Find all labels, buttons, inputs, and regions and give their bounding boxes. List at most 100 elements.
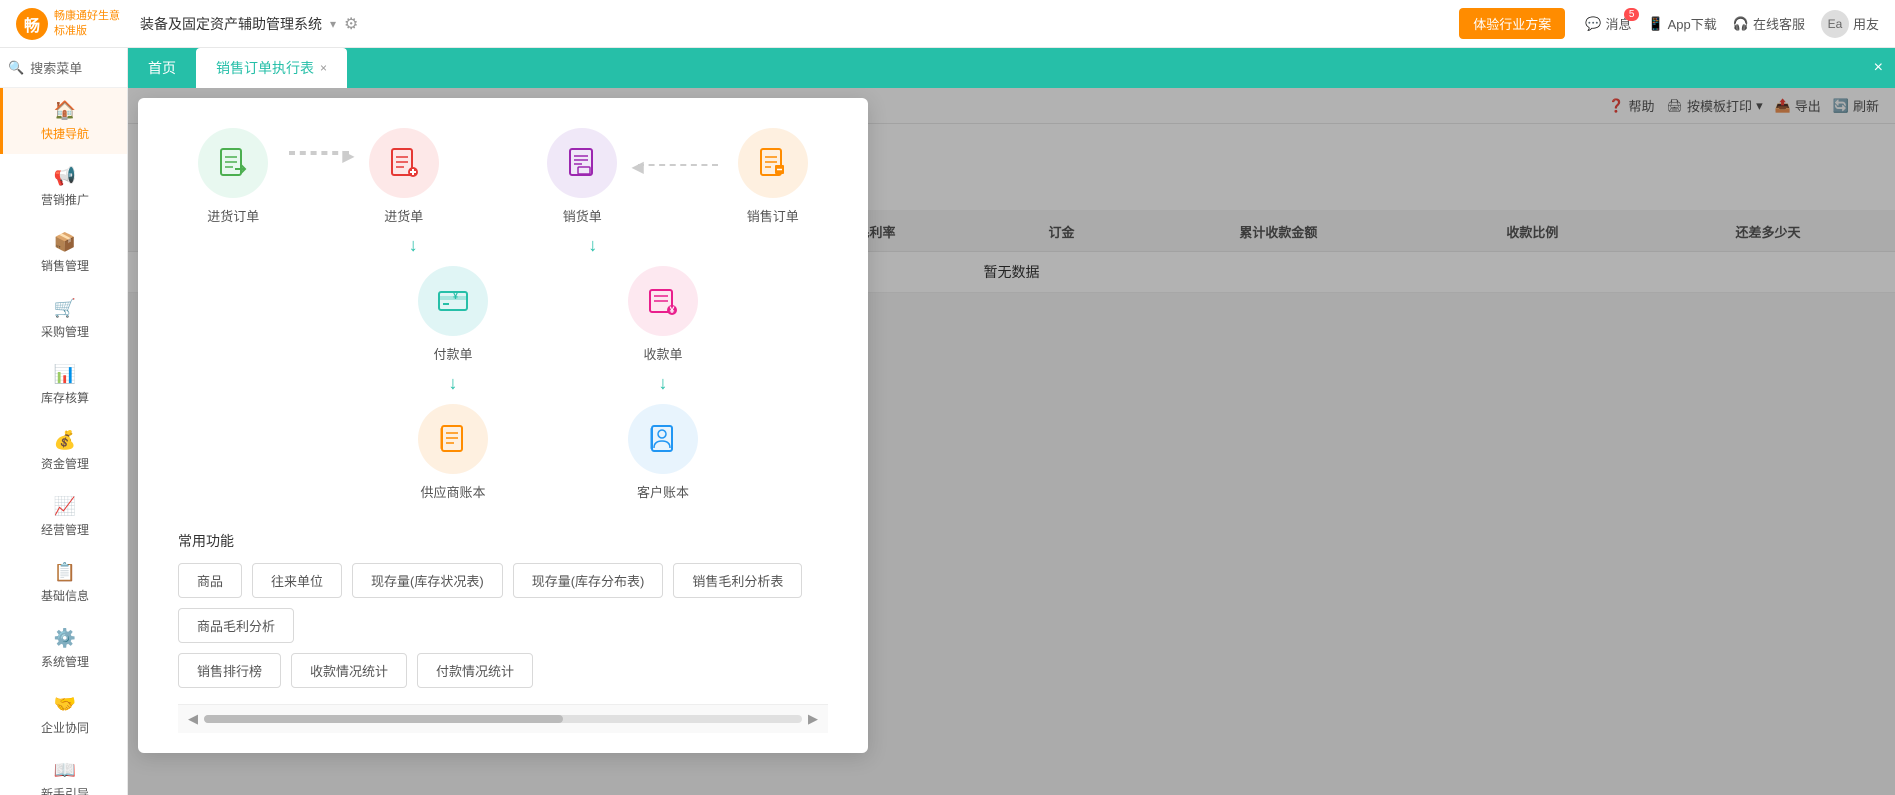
system-icon: ⚙️	[54, 628, 76, 649]
quicknav-icon: 🏠	[54, 100, 76, 121]
scroll-track[interactable]	[204, 715, 802, 723]
flow-arrow-dashed-2: ◀	[638, 164, 718, 190]
sidebar-item-enterprise[interactable]: 🤝 企业协同	[0, 682, 127, 748]
sidebar-item-system[interactable]: ⚙️ 系统管理	[0, 616, 127, 682]
func-btns: 商品 往来单位 现存量(库存状况表) 现存量(库存分布表) 销售毛利分析表 商品…	[178, 563, 828, 643]
logo-icon: 畅	[16, 8, 48, 40]
trial-button[interactable]: 体验行业方案	[1459, 8, 1565, 39]
flow-item-supplier-book[interactable]: 供应商账本	[388, 404, 518, 501]
operations-icon: 📈	[54, 496, 76, 517]
func-btn-3[interactable]: 现存量(库存分布表)	[513, 563, 664, 598]
flow-row-3: 供应商账本	[178, 404, 828, 501]
sidebar-search[interactable]: 🔍 搜索菜单	[0, 48, 127, 88]
basic-info-icon: 📋	[54, 562, 76, 583]
sidebar-item-basic-info[interactable]: 📋 基础信息	[0, 550, 127, 616]
func-btn-0[interactable]: 商品	[178, 563, 242, 598]
guide-icon: 📖	[54, 760, 76, 781]
flow-circle-sales-order	[738, 128, 808, 198]
message-btn[interactable]: 💬 消息 5	[1585, 14, 1631, 33]
settings-icon[interactable]: ⚙	[344, 14, 358, 34]
flow-arrow-dashed-1: ▶	[289, 151, 349, 179]
func-btn-2[interactable]: 现存量(库存状况表)	[352, 563, 503, 598]
flow-spacer-1	[459, 165, 527, 189]
enterprise-icon: 🤝	[54, 694, 76, 715]
func-btn-6[interactable]: 销售排行榜	[178, 653, 281, 688]
scroll-bar: ◀ ▶	[178, 704, 828, 733]
func-btn-4[interactable]: 销售毛利分析表	[673, 563, 802, 598]
sidebar-item-finance[interactable]: 💰 资金管理	[0, 418, 127, 484]
tab-sales-execution[interactable]: 销售订单执行表 ×	[196, 48, 347, 88]
flow-circle-customer	[628, 404, 698, 474]
quicknav-modal: 进货订单 ▶	[138, 98, 868, 753]
download-icon: 📱	[1647, 16, 1663, 32]
flow-item-sales[interactable]: 销货单	[527, 128, 638, 225]
app-wrapper: 畅 畅康通好生意 标准版 装备及固定资产辅助管理系统 ▾ ⚙ 体验行业方案 💬 …	[0, 0, 1895, 795]
main-area: 🔍 搜索菜单 🏠 快捷导航 📢 营销推广 📦 销售管理 🛒 采购管理 📊	[0, 48, 1895, 795]
sidebar: 🔍 搜索菜单 🏠 快捷导航 📢 营销推广 📦 销售管理 🛒 采购管理 📊	[0, 48, 128, 795]
flow-item-purchase[interactable]: 进货单	[349, 128, 460, 225]
search-icon: 🔍	[8, 60, 24, 76]
marketing-icon: 📢	[54, 166, 76, 187]
flow-item-purchase-order[interactable]: 进货订单	[178, 128, 289, 225]
flow-arrow-down-payment: ↓	[388, 373, 518, 394]
user-menu[interactable]: Ea 用友	[1821, 10, 1879, 38]
finance-icon: 💰	[54, 430, 76, 451]
online-service-btn[interactable]: 🎧 在线客服	[1733, 14, 1805, 33]
sidebar-item-inventory[interactable]: 📊 库存核算	[0, 352, 127, 418]
quicknav-overlay: 进货订单 ▶	[128, 88, 1895, 795]
tab-bar: 首页 销售订单执行表 × ×	[128, 48, 1895, 88]
flow-item-payment[interactable]: ¥ 付款单	[388, 266, 518, 363]
sidebar-item-operations[interactable]: 📈 经营管理	[0, 484, 127, 550]
content-area: 首页 销售订单执行表 × × ❓ 帮助 🖨 按	[128, 48, 1895, 795]
flow-arrow-down-purchase: ↓	[358, 235, 469, 256]
flow-circle-payment: ¥	[418, 266, 488, 336]
flow-arrow-down-sales: ↓	[537, 235, 648, 256]
scroll-right-btn[interactable]: ▶	[808, 711, 818, 727]
func-btn-1[interactable]: 往来单位	[252, 563, 342, 598]
system-title: 装备及固定资产辅助管理系统 ▾ ⚙	[140, 14, 1459, 34]
scroll-thumb[interactable]	[204, 715, 563, 723]
sidebar-item-guide[interactable]: 📖 新手引导	[0, 748, 127, 795]
flow-row-arrows: ↓ ↓	[178, 235, 828, 256]
sidebar-item-marketing[interactable]: 📢 营销推广	[0, 154, 127, 220]
flow-row-arrows-2: ↓ ↓	[178, 373, 828, 394]
sales-icon: 📦	[54, 232, 76, 253]
flow-row-2: ¥ 付款单	[178, 266, 828, 363]
flow-arrow-down-receipt: ↓	[598, 373, 728, 394]
func-btn-7[interactable]: 收款情况统计	[291, 653, 407, 688]
flow-row-1: 进货订单 ▶	[178, 128, 828, 225]
flow-circle-purchase-order	[198, 128, 268, 198]
dropdown-icon[interactable]: ▾	[330, 17, 336, 31]
common-title: 常用功能	[178, 531, 828, 551]
flow-item-customer-book[interactable]: 客户账本	[598, 404, 728, 501]
sidebar-item-sales[interactable]: 📦 销售管理	[0, 220, 127, 286]
app-download-btn[interactable]: 📱 App下载	[1647, 14, 1716, 33]
func-btn-8[interactable]: 付款情况统计	[417, 653, 533, 688]
scroll-left-btn[interactable]: ◀	[188, 711, 198, 727]
top-bar: 畅 畅康通好生意 标准版 装备及固定资产辅助管理系统 ▾ ⚙ 体验行业方案 💬 …	[0, 0, 1895, 48]
flow-circle-receipt: ¥	[628, 266, 698, 336]
purchase-icon: 🛒	[54, 298, 76, 319]
func-btn-5[interactable]: 商品毛利分析	[178, 608, 294, 643]
sidebar-item-purchase[interactable]: 🛒 采购管理	[0, 286, 127, 352]
flow-item-sales-order[interactable]: 销售订单	[718, 128, 829, 225]
flow-circle-sales	[547, 128, 617, 198]
page-content: ❓ 帮助 🖨 按模板打印 ▾ 📤 导出 🔄 刷新	[128, 88, 1895, 795]
top-logo: 畅 畅康通好生意 标准版	[16, 8, 120, 40]
func-btns-row2: 销售排行榜 收款情况统计 付款情况统计	[178, 653, 828, 688]
flow-circle-supplier	[418, 404, 488, 474]
message-icon: 💬	[1585, 16, 1601, 32]
tab-home[interactable]: 首页	[128, 48, 196, 88]
flow-item-receipt[interactable]: ¥ 收款单	[598, 266, 728, 363]
svg-text:¥: ¥	[670, 305, 675, 315]
tab-bar-close-btn[interactable]: ×	[1874, 59, 1883, 77]
flow-circle-purchase	[369, 128, 439, 198]
service-icon: 🎧	[1733, 16, 1749, 32]
tab-close-btn[interactable]: ×	[320, 61, 327, 75]
avatar: Ea	[1821, 10, 1849, 38]
top-right-actions: 💬 消息 5 📱 App下载 🎧 在线客服 Ea 用友	[1585, 10, 1879, 38]
inventory-icon: 📊	[54, 364, 76, 385]
sidebar-item-quicknav[interactable]: 🏠 快捷导航	[0, 88, 127, 154]
common-functions: 常用功能 商品 往来单位 现存量(库存状况表) 现存量(库存分布表) 销售毛利分…	[178, 531, 828, 688]
svg-text:¥: ¥	[453, 291, 458, 301]
